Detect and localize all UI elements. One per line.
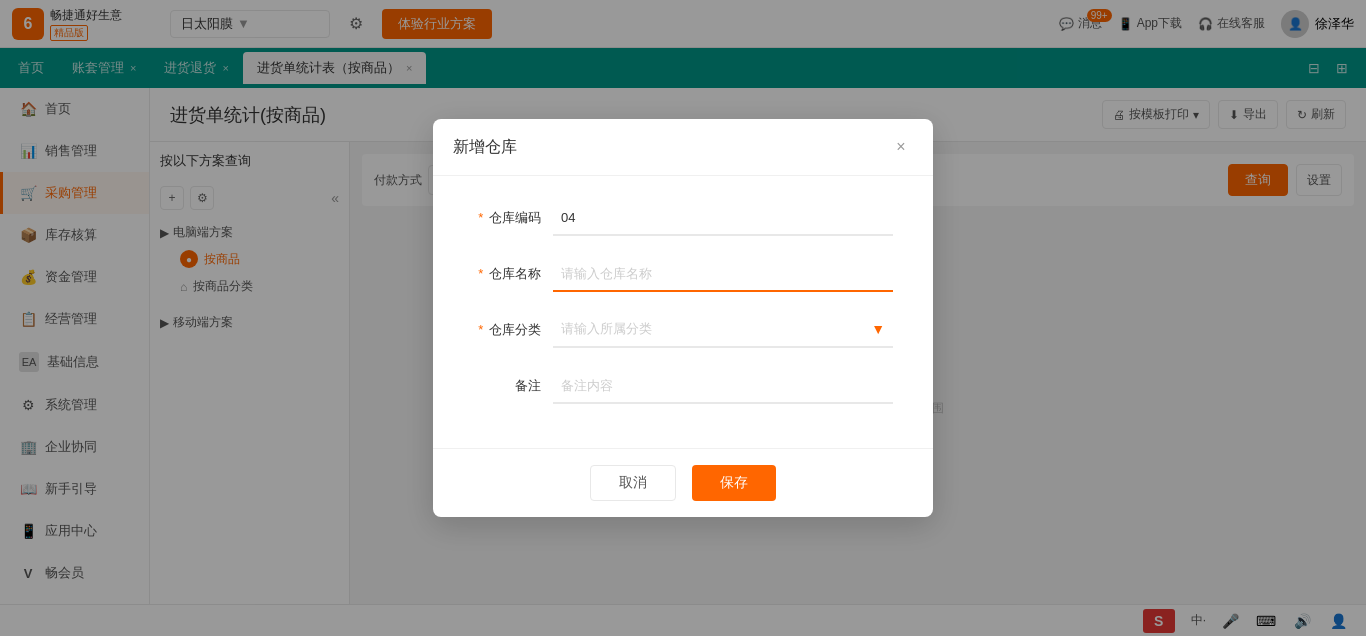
modal-footer: 取消 保存 xyxy=(433,448,933,517)
warehouse-category-label: * 仓库分类 xyxy=(473,321,553,339)
cancel-button[interactable]: 取消 xyxy=(590,465,676,501)
warehouse-code-row: * 仓库编码 xyxy=(473,200,893,236)
modal-title: 新增仓库 xyxy=(453,137,517,158)
warehouse-category-select[interactable]: 请输入所属分类 ▼ xyxy=(553,312,893,348)
remark-label: 备注 xyxy=(473,377,553,395)
add-warehouse-modal: 新增仓库 × * 仓库编码 * 仓库名称 xyxy=(433,119,933,517)
modal-overlay: 新增仓库 × * 仓库编码 * 仓库名称 xyxy=(0,0,1366,636)
modal-body: * 仓库编码 * 仓库名称 * 仓库分类 请输入 xyxy=(433,176,933,448)
save-button[interactable]: 保存 xyxy=(692,465,776,501)
warehouse-name-row: * 仓库名称 xyxy=(473,256,893,292)
remark-input[interactable] xyxy=(553,368,893,404)
warehouse-code-label: * 仓库编码 xyxy=(473,209,553,227)
warehouse-name-label: * 仓库名称 xyxy=(473,265,553,283)
warehouse-name-input[interactable] xyxy=(553,256,893,292)
remark-row: 备注 xyxy=(473,368,893,404)
warehouse-code-input[interactable] xyxy=(553,200,893,236)
warehouse-category-row: * 仓库分类 请输入所属分类 ▼ xyxy=(473,312,893,348)
category-dropdown-icon: ▼ xyxy=(871,321,885,337)
modal-header: 新增仓库 × xyxy=(433,119,933,176)
modal-close-button[interactable]: × xyxy=(889,135,913,159)
category-placeholder: 请输入所属分类 xyxy=(561,320,652,338)
